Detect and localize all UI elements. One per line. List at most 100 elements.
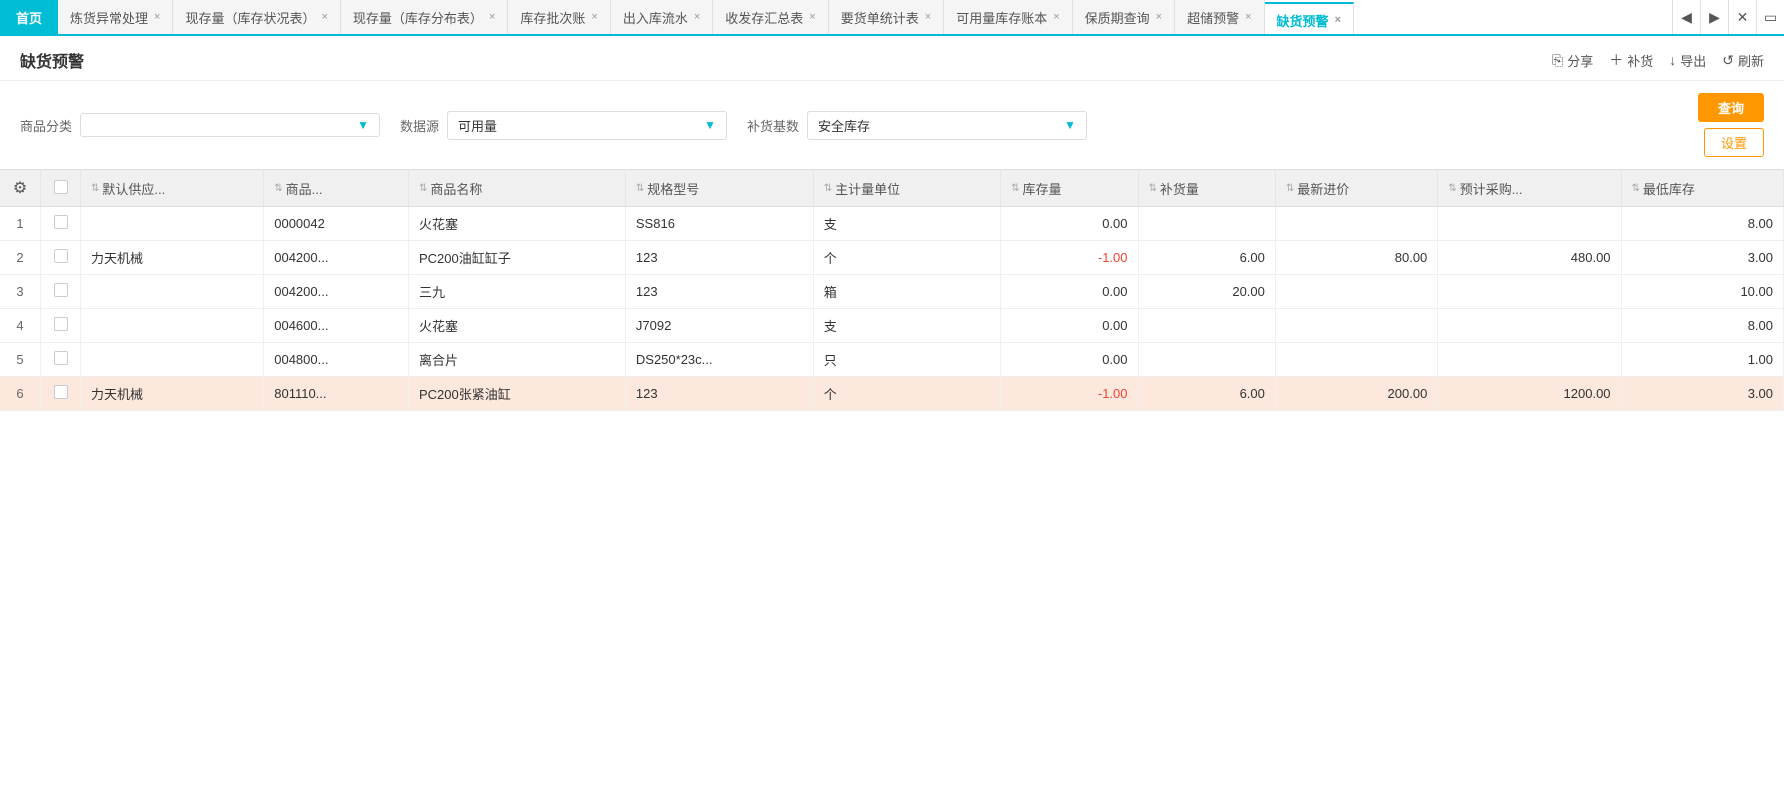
tab-abnormal[interactable]: 炼货异常处理 × (58, 0, 173, 34)
sort-product-code[interactable]: ⇅ 商品... (274, 179, 398, 198)
row-supplier (81, 343, 264, 377)
sort-latest-price[interactable]: ⇅ 最新进价 (1286, 179, 1427, 198)
tab-batch-account[interactable]: 库存批次账 × (508, 0, 610, 34)
tab-close-avail-ledger[interactable]: × (1053, 11, 1059, 23)
row-spec: 123 (625, 241, 813, 275)
datasource-select-value: 可用量 (458, 116, 497, 135)
tab-stock-status[interactable]: 现存量（库存状况表） × (173, 0, 340, 34)
tab-fullscreen-button[interactable]: ▭ (1756, 0, 1784, 35)
tab-close-shortage[interactable]: × (1335, 14, 1341, 26)
refresh-action[interactable]: ↺ 刷新 (1722, 51, 1764, 70)
replenish-label: 补货 (1627, 51, 1653, 70)
row-checkbox[interactable] (54, 215, 68, 229)
tab-close-expiry-query[interactable]: × (1156, 11, 1162, 23)
row-checkbox[interactable] (54, 351, 68, 365)
tab-close-batch-account[interactable]: × (591, 11, 597, 23)
tab-close-abnormal[interactable]: × (154, 11, 160, 23)
row-checkbox[interactable] (54, 317, 68, 331)
tab-expiry-query[interactable]: 保质期查询× (1073, 0, 1175, 34)
tab-inout-flow[interactable]: 出入库流水× (611, 0, 713, 34)
row-replenish-qty: 20.00 (1138, 275, 1275, 309)
sort-est-purchase[interactable]: ⇅ 预计采购... (1448, 179, 1610, 198)
row-latest-price (1275, 309, 1437, 343)
share-action[interactable]: ⎘ 分享 (1552, 51, 1593, 70)
tab-label: 库存批次账 (520, 8, 585, 27)
tab-close-stock-dist[interactable]: × (489, 11, 495, 23)
row-unit: 支 (813, 309, 1000, 343)
row-product-name: 火花塞 (408, 207, 625, 241)
col-settings[interactable]: ⚙ (0, 170, 41, 207)
sort-min-stock[interactable]: ⇅ 最低库存 (1632, 179, 1773, 198)
table-header: ⚙ ⇅ 默认供应... ⇅ 商品... (0, 170, 1784, 207)
row-checkbox-cell (41, 275, 81, 309)
query-button[interactable]: 查询 (1698, 93, 1764, 122)
tab-label: 收发存汇总表 (725, 8, 803, 27)
row-supplier (81, 207, 264, 241)
tab-label: 可用量库存账本 (956, 8, 1047, 27)
export-action[interactable]: ↓ 导出 (1669, 51, 1706, 70)
replenish-action[interactable]: ＋ 补货 (1609, 50, 1653, 70)
col-product-name: ⇅ 商品名称 (408, 170, 625, 207)
data-table: ⚙ ⇅ 默认供应... ⇅ 商品... (0, 169, 1784, 411)
table-container: ⚙ ⇅ 默认供应... ⇅ 商品... (0, 169, 1784, 431)
tab-overstock[interactable]: 超储预警× (1175, 0, 1264, 34)
table-row: 6 力天机械 801110... PC200张紧油缸 123 个 -1.00 6… (0, 377, 1784, 411)
column-settings-icon[interactable]: ⚙ (10, 178, 30, 198)
row-unit: 只 (813, 343, 1000, 377)
tab-demand-stat[interactable]: 要货单统计表 × (829, 0, 944, 34)
row-replenish-qty: 6.00 (1138, 377, 1275, 411)
col-latest-price: ⇅ 最新进价 (1275, 170, 1437, 207)
col-min-stock: ⇅ 最低库存 (1621, 170, 1783, 207)
row-checkbox[interactable] (54, 249, 68, 263)
replenish-base-select[interactable]: 安全库存 ▼ (807, 111, 1087, 140)
tab-close-stock-status[interactable]: × (321, 11, 327, 23)
tab-label: 现存量（库存状况表） (185, 8, 315, 27)
row-spec: 123 (625, 275, 813, 309)
sort-default-supplier[interactable]: ⇅ 默认供应... (91, 179, 253, 198)
tab-close-demand-stat[interactable]: × (925, 11, 931, 23)
tab-shortage[interactable]: 缺货预警× (1265, 2, 1354, 34)
row-checkbox-cell (41, 343, 81, 377)
sort-product-name[interactable]: ⇅ 商品名称 (419, 179, 615, 198)
header-actions: ⎘ 分享 ＋ 补货 ↓ 导出 ↺ 刷新 (1552, 50, 1764, 70)
row-checkbox[interactable] (54, 385, 68, 399)
datasource-select[interactable]: 可用量 ▼ (447, 111, 727, 140)
col-spec-sort-icon: ⇅ (636, 183, 644, 194)
datasource-chevron-icon: ▼ (704, 118, 716, 132)
select-all-checkbox[interactable] (54, 180, 68, 194)
tab-home[interactable]: 首页 (0, 0, 58, 34)
row-checkbox-cell (41, 207, 81, 241)
col-stock-sort-icon: ⇅ (1011, 183, 1019, 194)
share-label: 分享 (1567, 51, 1593, 70)
page-content: 缺货预警 ⎘ 分享 ＋ 补货 ↓ 导出 ↺ 刷新 商品分类 (0, 36, 1784, 796)
sort-unit[interactable]: ⇅ 主计量单位 (824, 179, 990, 198)
tab-close-recv-summary[interactable]: × (809, 11, 815, 23)
datasource-filter-label: 数据源 (400, 116, 439, 135)
tab-close-inout-flow[interactable]: × (694, 11, 700, 23)
row-product-name: 三九 (408, 275, 625, 309)
home-label: 首页 (16, 8, 42, 27)
tab-label: 要货单统计表 (841, 8, 919, 27)
tab-recv-summary[interactable]: 收发存汇总表 × (713, 0, 828, 34)
row-checkbox[interactable] (54, 283, 68, 297)
category-select[interactable]: ▼ (80, 113, 380, 137)
tab-label: 炼货异常处理 (70, 8, 148, 27)
tab-avail-ledger[interactable]: 可用量库存账本 × (944, 0, 1072, 34)
sort-stock-qty[interactable]: ⇅ 库存量 (1011, 179, 1127, 198)
col-spec: ⇅ 规格型号 (625, 170, 813, 207)
tab-prev-button[interactable]: ◀ (1672, 0, 1700, 35)
col-price-sort-icon: ⇅ (1286, 183, 1294, 194)
col-min-sort-icon: ⇅ (1632, 183, 1640, 194)
sort-replenish-qty[interactable]: ⇅ 补货量 (1149, 179, 1265, 198)
sort-spec[interactable]: ⇅ 规格型号 (636, 179, 803, 198)
replenish-base-value: 安全库存 (818, 116, 870, 135)
tab-close-overstock[interactable]: × (1245, 11, 1251, 23)
row-min-stock: 8.00 (1621, 207, 1783, 241)
tab-next-button[interactable]: ▶ (1700, 0, 1728, 35)
tab-close-window-button[interactable]: ✕ (1728, 0, 1756, 35)
row-est-purchase (1438, 275, 1621, 309)
row-index: 1 (0, 207, 41, 241)
tab-stock-dist[interactable]: 现存量（库存分布表）× (341, 0, 508, 34)
settings-button[interactable]: 设置 (1704, 128, 1764, 157)
page-title: 缺货预警 (20, 48, 1552, 72)
